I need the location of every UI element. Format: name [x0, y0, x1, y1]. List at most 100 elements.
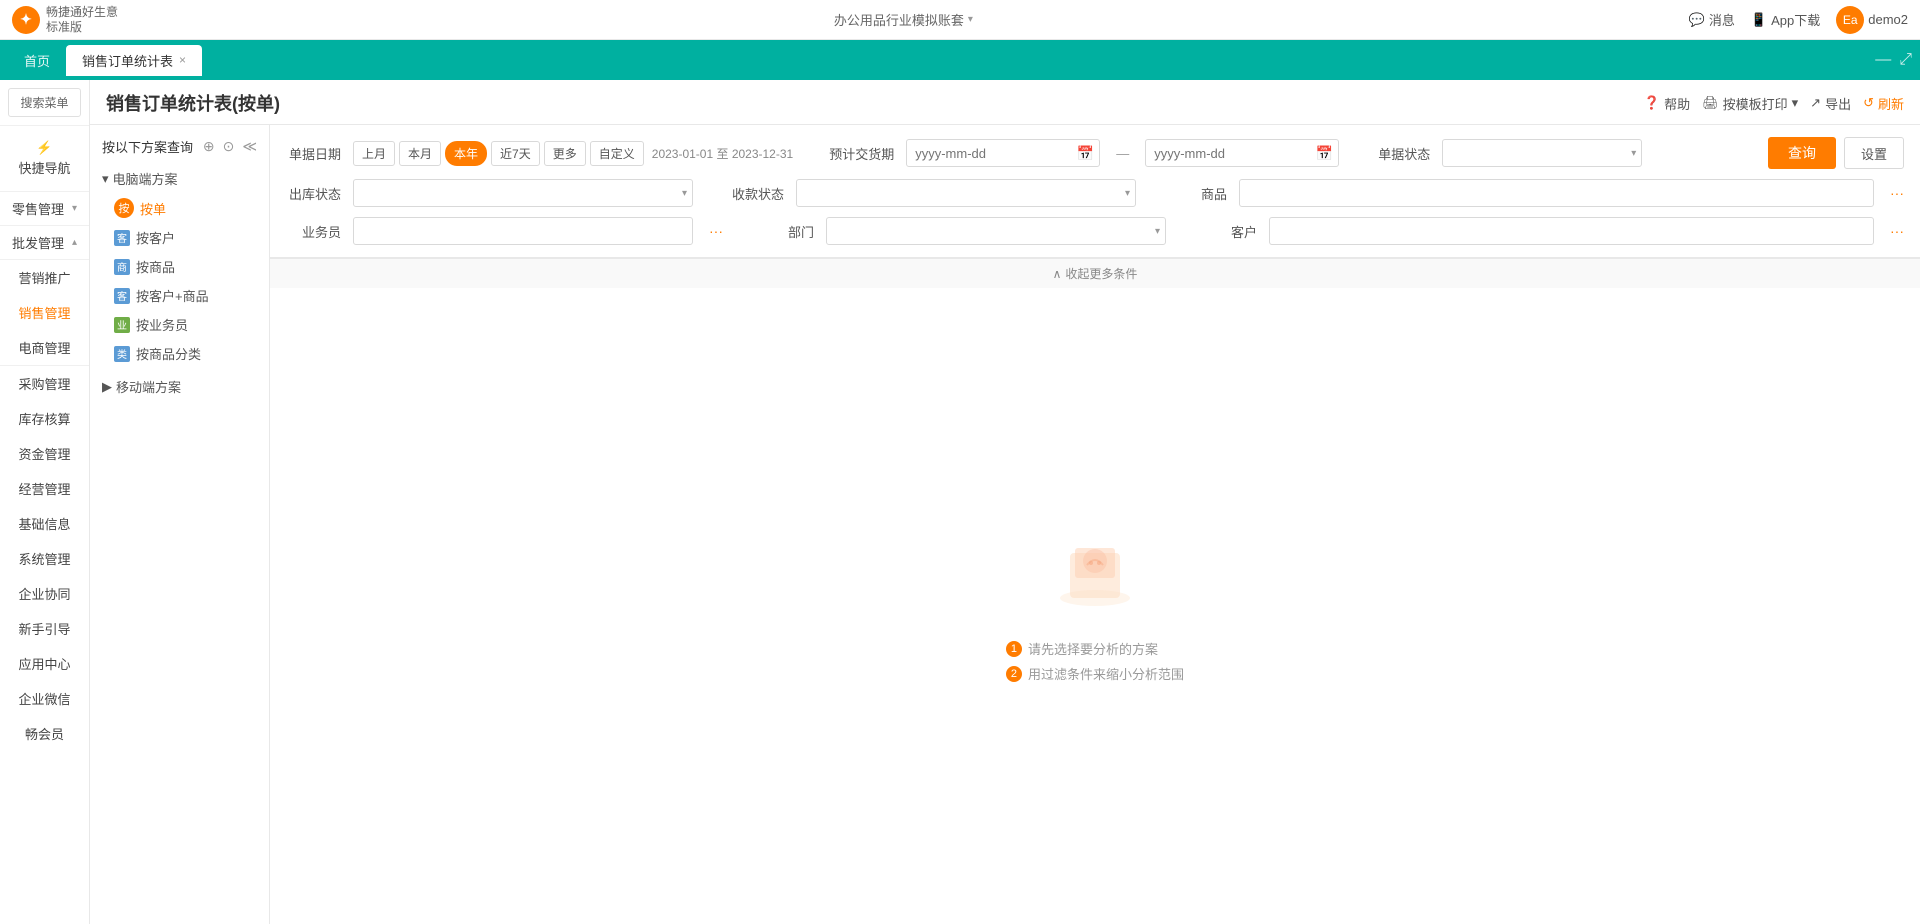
customer-label: 客户 — [1202, 222, 1257, 241]
scheme-item-by-customer[interactable]: 客 按客户 — [90, 223, 269, 252]
salesman-ellipsis-btn[interactable]: ··· — [709, 223, 723, 239]
salesman-input[interactable] — [353, 217, 693, 245]
retail-section: 零售管理 ▾ — [0, 192, 89, 226]
by-order-icon: 按 — [114, 198, 134, 218]
page-header: 销售订单统计表(按单) ❓ 帮助 🖨 按模板打印 ▾ ↗ 导出 ↺ 刷新 — [90, 80, 1920, 125]
nav-icon: ⚡ — [36, 140, 52, 156]
sidebar-item-operations[interactable]: 经营管理 — [0, 471, 89, 506]
sidebar-item-cooperation[interactable]: 企业协同 — [0, 576, 89, 611]
minimize-btn[interactable]: — — [1875, 51, 1891, 69]
search-menu-btn[interactable]: 搜索菜单 — [8, 88, 81, 117]
date-label: 单据日期 — [286, 144, 341, 163]
tab-bar-right: — ⤢ — [1875, 51, 1912, 69]
this-month-btn[interactable]: 本月 — [399, 141, 441, 166]
tab-sales-order[interactable]: 销售订单统计表 × — [66, 45, 202, 76]
mobile-scheme-group: ▶ 移动端方案 — [90, 372, 269, 401]
logo-area: ✦ 畅捷通好生意 标准版 — [12, 5, 118, 34]
refresh-btn[interactable]: ↺ 刷新 — [1863, 94, 1904, 113]
sidebar-item-inventory[interactable]: 库存核算 — [0, 401, 89, 436]
action-buttons: 查询 设置 — [1768, 137, 1904, 169]
expected-date-start-wrap: 📅 — [906, 139, 1100, 167]
expected-date-start[interactable] — [906, 139, 1100, 167]
tip-num-1: 1 — [1006, 641, 1022, 657]
sidebar-item-marketing[interactable]: 营销推广 — [0, 260, 89, 295]
app-dropdown-icon[interactable]: ▾ — [968, 14, 973, 25]
sidebar-item-wholesale[interactable]: 批发管理 ▴ — [0, 226, 89, 259]
collapse-scheme-btn[interactable]: ≪ — [242, 138, 257, 155]
scheme-item-by-cust-goods[interactable]: 客 按客户+商品 — [90, 281, 269, 310]
expected-date-end[interactable] — [1145, 139, 1339, 167]
customer-ellipsis-btn[interactable]: ··· — [1890, 223, 1904, 239]
user-area[interactable]: Ea demo2 — [1836, 6, 1908, 34]
maximize-btn[interactable]: ⤢ — [1899, 51, 1912, 69]
sidebar-item-basic[interactable]: 基础信息 — [0, 506, 89, 541]
scheme-item-by-goods[interactable]: 商 按商品 — [90, 252, 269, 281]
tab-close-btn[interactable]: × — [179, 53, 186, 67]
sidebar-item-system[interactable]: 系统管理 — [0, 541, 89, 576]
delivery-status-select[interactable] — [353, 179, 693, 207]
scheme-panel-icons: ⊕ ⊙ ≪ — [203, 138, 257, 155]
by-customer-icon: 客 — [114, 230, 130, 246]
page-title: 销售订单统计表(按单) — [106, 90, 280, 116]
search-btn[interactable]: 查询 — [1768, 137, 1836, 169]
dept-select[interactable] — [826, 217, 1166, 245]
export-btn[interactable]: ↗ 导出 — [1810, 94, 1851, 113]
pc-scheme-group-title[interactable]: ▾ 电脑端方案 — [90, 164, 269, 193]
tab-home[interactable]: 首页 — [8, 45, 66, 76]
print-btn[interactable]: 🖨 按模板打印 ▾ — [1702, 94, 1798, 113]
by-cust-goods-icon: 客 — [114, 288, 130, 304]
by-salesman-icon: 业 — [114, 317, 130, 333]
filter-row-2: 出库状态 ▾ 收款状态 ▾ — [286, 179, 1904, 207]
help-btn[interactable]: ❓ 帮助 — [1644, 94, 1690, 113]
last7-btn[interactable]: 近7天 — [491, 141, 540, 166]
export-icon: ↗ — [1810, 95, 1821, 111]
logo-icon: ✦ — [12, 6, 40, 34]
empty-illustration — [1045, 523, 1145, 623]
tip-text-1: 请先选择要分析的方案 — [1028, 639, 1158, 658]
settings-btn[interactable]: 设置 — [1844, 137, 1904, 169]
goods-input[interactable] — [1239, 179, 1874, 207]
date-quick-btns: 上月 本月 本年 近7天 更多 自定义 2023-01-01 至 2023-12… — [353, 141, 793, 166]
scheme-panel-title: 按以下方案查询 — [102, 137, 193, 156]
app-name-area[interactable]: 办公用品行业模拟账套 ▾ — [834, 10, 973, 29]
date-dash: — — [1116, 146, 1129, 161]
scheme-item-by-category[interactable]: 类 按商品分类 — [90, 339, 269, 368]
order-status-select[interactable] — [1442, 139, 1642, 167]
quick-nav: ⚡ 快捷导航 — [0, 126, 89, 192]
sidebar-item-corpwechat[interactable]: 企业微信 — [0, 681, 89, 716]
expand-icon: ▾ — [102, 171, 109, 187]
customer-input[interactable] — [1269, 217, 1874, 245]
sidebar-item-newbie[interactable]: 新手引导 — [0, 611, 89, 646]
sidebar-item-member[interactable]: 畅会员 — [0, 716, 89, 751]
scheme-item-by-salesman[interactable]: 业 按业务员 — [90, 310, 269, 339]
scheme-panel-header: 按以下方案查询 ⊕ ⊙ ≪ — [90, 133, 269, 164]
sidebar-item-quick-nav[interactable]: ⚡ 快捷导航 — [0, 132, 89, 185]
mobile-scheme-group-title[interactable]: ▶ 移动端方案 — [90, 372, 269, 401]
this-year-btn[interactable]: 本年 — [445, 141, 487, 166]
more-date-btn[interactable]: 更多 — [544, 141, 586, 166]
sidebar-item-appcenter[interactable]: 应用中心 — [0, 646, 89, 681]
receipt-status-select[interactable] — [796, 179, 1136, 207]
custom-date-btn[interactable]: 自定义 — [590, 141, 644, 166]
last-month-btn[interactable]: 上月 — [353, 141, 395, 166]
sidebar-item-finance[interactable]: 资金管理 — [0, 436, 89, 471]
message-icon: 💬 — [1689, 12, 1705, 28]
sidebar-item-retail[interactable]: 零售管理 ▾ — [0, 192, 89, 225]
print-dropdown-icon: ▾ — [1792, 95, 1799, 111]
collapse-bar[interactable]: ∧ 收起更多条件 — [270, 258, 1920, 288]
add-scheme-btn[interactable]: ⊕ — [203, 138, 215, 155]
goods-ellipsis-btn[interactable]: ··· — [1890, 185, 1904, 201]
scheme-item-by-order[interactable]: 按 按单 — [90, 193, 269, 223]
sidebar-item-purchase[interactable]: 采购管理 — [0, 366, 89, 401]
wholesale-arrow: ▴ — [72, 237, 77, 248]
top-bar-right: 💬 消息 📱 App下载 Ea demo2 — [1689, 6, 1908, 34]
message-btn[interactable]: 💬 消息 — [1689, 10, 1735, 29]
inner-layout: 按以下方案查询 ⊕ ⊙ ≪ ▾ 电脑端方案 按 按单 — [90, 125, 1920, 924]
goods-label: 商品 — [1172, 184, 1227, 203]
sidebar-item-sales[interactable]: 销售管理 — [0, 295, 89, 330]
sidebar-item-ecommerce[interactable]: 电商管理 — [0, 330, 89, 365]
order-status-label: 单据状态 — [1375, 144, 1430, 163]
download-btn[interactable]: 📱 App下载 — [1751, 10, 1820, 29]
edit-scheme-btn[interactable]: ⊙ — [223, 138, 235, 155]
avatar: Ea — [1836, 6, 1864, 34]
